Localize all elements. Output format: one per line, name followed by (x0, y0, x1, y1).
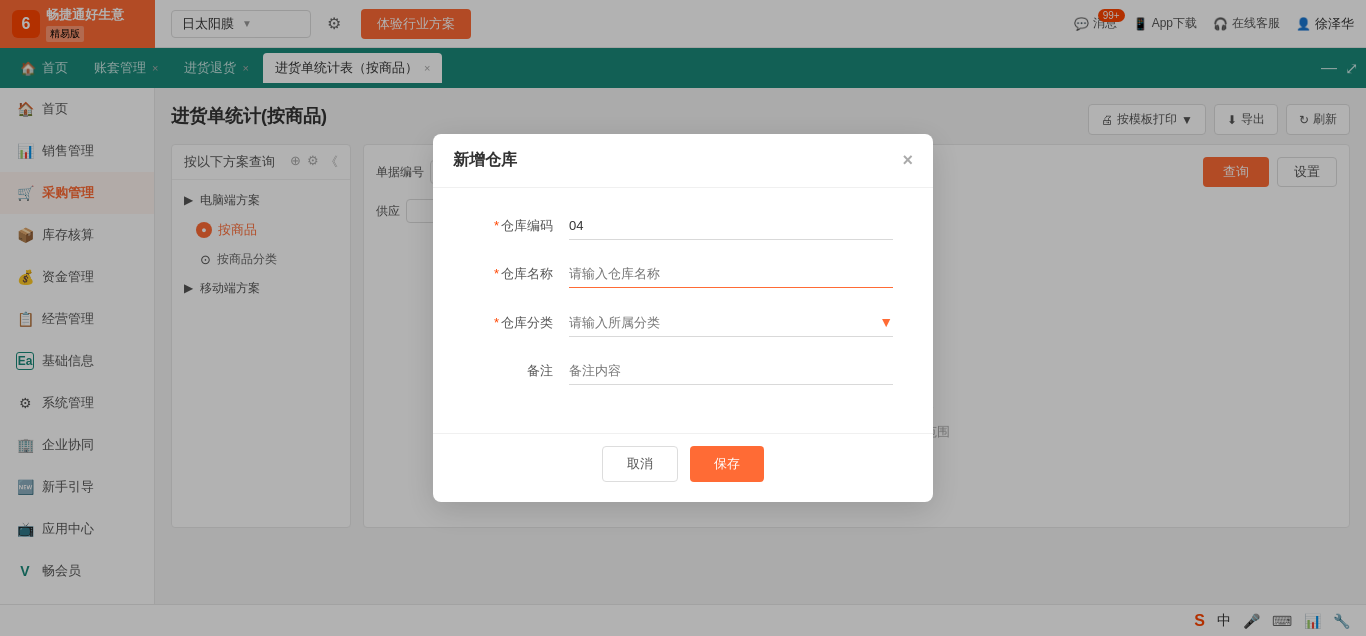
warehouse-category-label: *仓库分类 (473, 314, 553, 332)
warehouse-name-label: *仓库名称 (473, 265, 553, 283)
new-warehouse-dialog: 新增仓库 × *仓库编码 *仓库名称 *仓库分类 (433, 134, 933, 502)
warehouse-code-input[interactable] (569, 212, 893, 240)
warehouse-code-row: *仓库编码 (473, 212, 893, 240)
remark-row: 备注 (473, 357, 893, 385)
warehouse-name-row: *仓库名称 (473, 260, 893, 288)
category-dropdown-icon: ▼ (879, 314, 893, 330)
remark-label: 备注 (473, 362, 553, 380)
save-button[interactable]: 保存 (690, 446, 764, 482)
cancel-button[interactable]: 取消 (602, 446, 678, 482)
dialog-close-button[interactable]: × (902, 150, 913, 171)
dialog-header: 新增仓库 × (433, 134, 933, 188)
warehouse-category-row: *仓库分类 ▼ (473, 308, 893, 337)
modal-overlay: 新增仓库 × *仓库编码 *仓库名称 *仓库分类 (0, 0, 1366, 636)
remark-input[interactable] (569, 357, 893, 385)
warehouse-category-select-wrapper[interactable]: ▼ (569, 308, 893, 337)
warehouse-category-input[interactable] (569, 315, 875, 330)
dialog-body: *仓库编码 *仓库名称 *仓库分类 ▼ (433, 188, 933, 429)
dialog-footer: 取消 保存 (433, 433, 933, 502)
dialog-title: 新增仓库 (453, 150, 517, 171)
warehouse-name-input[interactable] (569, 260, 893, 288)
warehouse-code-label: *仓库编码 (473, 217, 553, 235)
